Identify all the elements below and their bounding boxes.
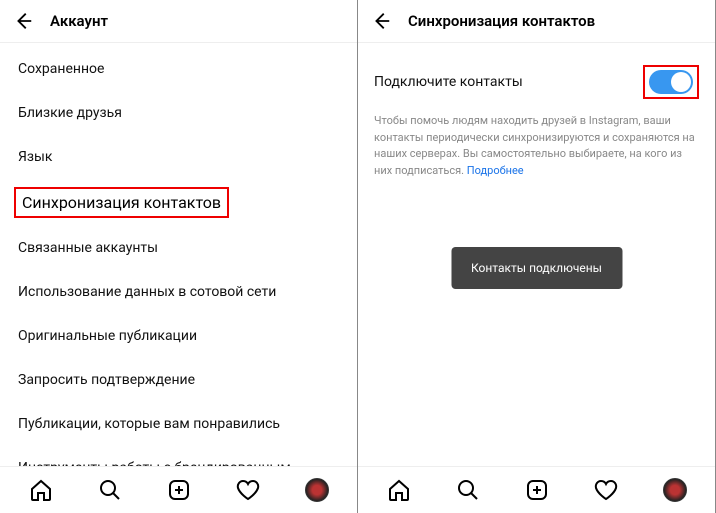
home-icon[interactable] [28,477,54,503]
activity-icon[interactable] [593,477,619,503]
search-icon[interactable] [97,477,123,503]
home-icon[interactable] [386,477,412,503]
add-post-icon[interactable] [166,477,192,503]
profile-icon[interactable] [304,477,330,503]
menu-item-contacts-sync[interactable]: Синхронизация контактов [14,187,229,218]
menu-item-original-posts[interactable]: Оригинальные публикации [0,314,357,358]
description: Чтобы помочь людям находить друзей в Ins… [358,109,715,183]
avatar [305,478,329,502]
menu-list: Сохраненное Близкие друзья Язык Синхрони… [0,43,357,466]
activity-icon[interactable] [235,477,261,503]
menu-item-branded-content[interactable]: Инструменты работы с брендированным конт… [0,446,357,466]
menu-item-language[interactable]: Язык [0,135,357,179]
search-icon[interactable] [455,477,481,503]
menu-item-close-friends[interactable]: Близкие друзья [0,91,357,135]
menu-item-cellular-data[interactable]: Использование данных в сотовой сети [0,270,357,314]
menu-item-linked-accounts[interactable]: Связанные аккаунты [0,226,357,270]
contacts-toggle[interactable] [649,70,693,94]
profile-icon[interactable] [662,477,688,503]
header: Синхронизация контактов [358,0,715,43]
toggle-row: Подключите контакты [358,47,715,109]
add-post-icon[interactable] [524,477,550,503]
avatar [663,478,687,502]
menu-item-saved[interactable]: Сохраненное [0,47,357,91]
header: Аккаунт [0,0,357,43]
menu-item-request-verification[interactable]: Запросить подтверждение [0,358,357,402]
contacts-sync-screen: Синхронизация контактов Подключите конта… [358,0,716,513]
page-title: Синхронизация контактов [408,12,595,30]
back-icon[interactable] [370,10,392,32]
toast: Контакты подключены [451,247,622,289]
learn-more-link[interactable]: Подробнее [467,164,524,177]
toggle-highlight [643,65,699,99]
back-icon[interactable] [12,10,34,32]
page-title: Аккаунт [50,12,108,30]
content: Подключите контакты Чтобы помочь людям н… [358,43,715,466]
bottom-nav [0,466,357,513]
toggle-label: Подключите контакты [374,74,523,90]
menu-item-liked-posts[interactable]: Публикации, которые вам понравились [0,402,357,446]
account-screen: Аккаунт Сохраненное Близкие друзья Язык … [0,0,358,513]
description-text: Чтобы помочь людям находить друзей в Ins… [374,114,695,177]
bottom-nav [358,466,715,513]
